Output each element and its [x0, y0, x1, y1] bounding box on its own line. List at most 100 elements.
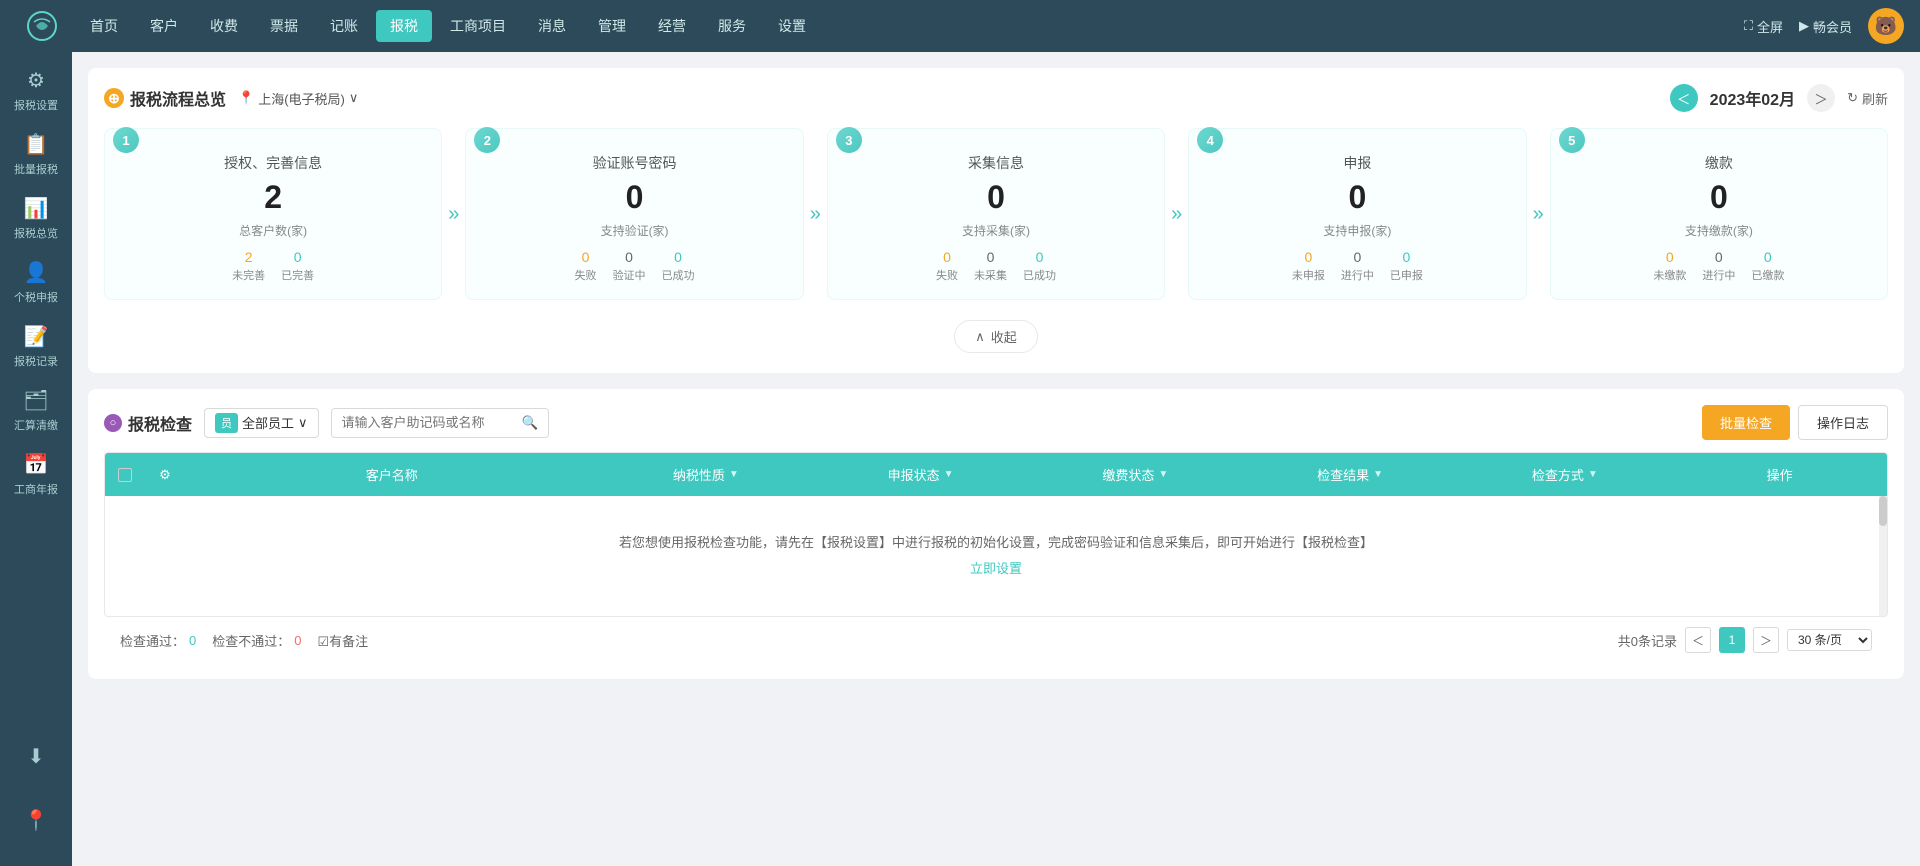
- table-footer: 检查通过： 0 检查不通过： 0 ☑有备注 共0条记录 ＜ 1 ＞ 30 条/页: [104, 617, 1888, 663]
- nav-tax[interactable]: 报税: [376, 10, 432, 42]
- step-stat-3-1[interactable]: 0 未采集: [974, 249, 1007, 283]
- current-month: 2023年02月: [1710, 86, 1795, 110]
- step-stat-val-4-0: 0: [1305, 249, 1313, 265]
- nav-operation[interactable]: 经营: [644, 10, 700, 42]
- table-body: 若您想使用报税检查功能，请先在【报税设置】中进行报税的初始化设置，完成密码验证和…: [105, 496, 1887, 616]
- table-scrollbar[interactable]: [1879, 496, 1887, 616]
- annual-report-icon: 📅: [24, 452, 49, 477]
- step-stat-2-0[interactable]: 0 失败: [575, 249, 597, 283]
- sidebar-item-annual-report[interactable]: 📅 工商年报: [4, 444, 68, 504]
- th-pay-status[interactable]: 缴费状态 ▼: [1028, 453, 1243, 496]
- filter-icon-result: ▼: [1373, 469, 1383, 480]
- chevron-down-icon: ∨: [298, 415, 308, 431]
- search-box: 🔍: [331, 408, 550, 438]
- th-ops: 操作: [1672, 453, 1887, 496]
- flow-title-icon: ⊕: [104, 88, 124, 108]
- refresh-button[interactable]: ↻ 刷新: [1847, 89, 1888, 108]
- sidebar-item-tax-settings[interactable]: ⚙ 报税设置: [4, 60, 68, 120]
- nav-service[interactable]: 服务: [704, 10, 760, 42]
- step-stat-5-2[interactable]: 0 已缴款: [1751, 249, 1784, 283]
- nav-accounting[interactable]: 记账: [316, 10, 372, 42]
- step-stat-val-2-0: 0: [582, 249, 590, 265]
- sidebar-item-tax-overview[interactable]: 📊 报税总览: [4, 188, 68, 248]
- page-size-select[interactable]: 30 条/页 50 条/页 100 条/页: [1787, 629, 1872, 651]
- nav-home[interactable]: 首页: [76, 10, 132, 42]
- step-stat-5-0[interactable]: 0 未缴款: [1653, 249, 1686, 283]
- month-navigation: ＜ 2023年02月 ＞: [1670, 84, 1835, 112]
- refresh-label: 刷新: [1862, 89, 1888, 108]
- step-stat-1-0[interactable]: 2 未完善: [232, 249, 265, 283]
- step-stat-5-1[interactable]: 0 进行中: [1702, 249, 1735, 283]
- step-subtitle-2: 支持验证(家): [601, 222, 669, 239]
- th-declare-status[interactable]: 申报状态 ▼: [813, 453, 1028, 496]
- step-stat-2-1[interactable]: 0 验证中: [613, 249, 646, 283]
- nav-management[interactable]: 管理: [584, 10, 640, 42]
- step-number-1: 1: [113, 127, 139, 153]
- step-subtitle-4: 支持申报(家): [1323, 222, 1391, 239]
- step-stat-val-3-1: 0: [987, 249, 995, 265]
- step-stat-label-4-0: 未申报: [1292, 267, 1325, 283]
- nav-settings[interactable]: 设置: [764, 10, 820, 42]
- sidebar-item-personal-tax[interactable]: 👤 个税申报: [4, 252, 68, 312]
- fail-value[interactable]: 0: [294, 633, 301, 648]
- avatar[interactable]: 🐻: [1868, 8, 1904, 44]
- prev-month-button[interactable]: ＜: [1670, 84, 1698, 112]
- sidebar-item-tax-record[interactable]: 📝 报税记录: [4, 316, 68, 376]
- step-stat-label-2-0: 失败: [575, 267, 597, 283]
- step-stats-4: 0 未申报 0 进行中 0 已申报: [1292, 249, 1423, 283]
- th-checkbox[interactable]: [105, 456, 145, 494]
- annual-settlement-icon: 🗂: [23, 388, 48, 413]
- step-stat-1-1[interactable]: 0 已完善: [281, 249, 314, 283]
- vip-button[interactable]: ▶ 畅会员: [1799, 17, 1852, 36]
- check-title-icon: ○: [104, 414, 122, 432]
- search-input[interactable]: [332, 409, 512, 436]
- flow-arrow-2: »: [804, 128, 827, 300]
- step-stat-4-0[interactable]: 0 未申报: [1292, 249, 1325, 283]
- nav-fee[interactable]: 收费: [196, 10, 252, 42]
- step-stat-3-2[interactable]: 0 已成功: [1023, 249, 1056, 283]
- nav-client[interactable]: 客户: [136, 10, 192, 42]
- search-button[interactable]: 🔍: [512, 409, 549, 437]
- tax-check-header: ○ 报税检查 员 全部员工 ∨ 🔍 批量检查 操作日志: [104, 405, 1888, 440]
- th-settings[interactable]: ⚙: [145, 455, 185, 495]
- sidebar-item-annual-settlement[interactable]: 🗂 汇算清缴: [4, 380, 68, 440]
- batch-check-button[interactable]: 批量检查: [1702, 405, 1790, 440]
- go-setting-link[interactable]: 立即设置: [970, 556, 1022, 582]
- sidebar-item-download[interactable]: ⬇: [4, 726, 68, 786]
- location-selector[interactable]: 📍 上海(电子税局) ∨: [238, 89, 358, 108]
- step-stat-4-1[interactable]: 0 进行中: [1341, 249, 1374, 283]
- nav-invoice[interactable]: 票据: [256, 10, 312, 42]
- step-stat-3-0[interactable]: 0 失败: [936, 249, 958, 283]
- nav-message[interactable]: 消息: [524, 10, 580, 42]
- th-tax-type[interactable]: 纳税性质 ▼: [599, 453, 814, 496]
- nav-items: 首页 客户 收费 票据 记账 报税 工商项目 消息 管理 经营 服务 设置: [76, 10, 1744, 42]
- step-title-4: 申报: [1343, 153, 1371, 173]
- next-month-button[interactable]: ＞: [1807, 84, 1835, 112]
- th-check-result[interactable]: 检查结果 ▼: [1243, 453, 1458, 496]
- flow-step-3: 3 采集信息 0 支持采集(家) 0 失败 0 未采集: [827, 128, 1165, 300]
- fullscreen-button[interactable]: ⛶ 全屏: [1744, 17, 1783, 36]
- th-name: 客户名称: [185, 453, 599, 496]
- fullscreen-label: 全屏: [1757, 17, 1783, 36]
- flow-title-text: 报税流程总览: [130, 86, 226, 110]
- sidebar-item-location[interactable]: 📍: [4, 790, 68, 850]
- sidebar-label-batch-tax: 批量报税: [14, 161, 58, 177]
- sidebar-item-batch-tax[interactable]: 📋 批量报税: [4, 124, 68, 184]
- step-stat-2-2[interactable]: 0 已成功: [662, 249, 695, 283]
- step-number-2: 2: [474, 127, 500, 153]
- employee-selector[interactable]: 员 全部员工 ∨: [204, 408, 319, 438]
- select-all-checkbox[interactable]: [118, 468, 132, 482]
- step-title-5: 缴款: [1705, 153, 1733, 173]
- step-stat-label-4-2: 已申报: [1390, 267, 1423, 283]
- nav-business[interactable]: 工商项目: [436, 10, 520, 42]
- th-check-result-label: 检查结果: [1317, 465, 1369, 484]
- sidebar-label-annual-settlement: 汇算清缴: [14, 417, 58, 433]
- step-stat-4-2[interactable]: 0 已申报: [1390, 249, 1423, 283]
- th-check-method[interactable]: 检查方式 ▼: [1458, 453, 1673, 496]
- operation-log-button[interactable]: 操作日志: [1798, 405, 1888, 440]
- collapse-button[interactable]: ∧ 收起: [954, 320, 1038, 353]
- next-page-button[interactable]: ＞: [1753, 627, 1779, 653]
- nav-right-area: ⛶ 全屏 ▶ 畅会员 🐻: [1744, 8, 1904, 44]
- pass-value[interactable]: 0: [189, 633, 196, 648]
- prev-page-button[interactable]: ＜: [1685, 627, 1711, 653]
